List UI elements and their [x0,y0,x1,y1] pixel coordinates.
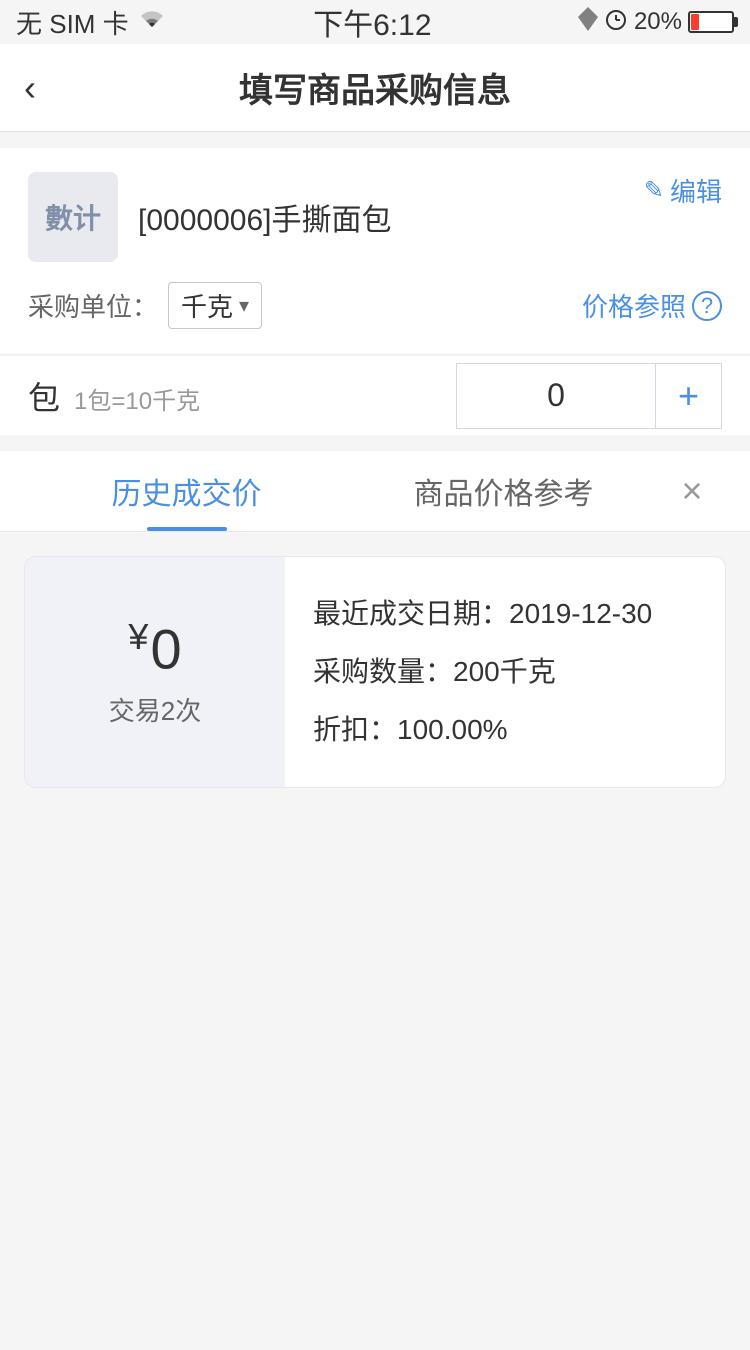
wifi-icon [137,7,167,38]
back-button[interactable]: ‹ [24,67,36,109]
battery-percent: 20% [634,8,682,36]
unit-select[interactable]: 千克 ▾ [168,282,262,329]
unit-label: 采购单位： [28,287,158,324]
product-unit-row: 采购单位： 千克 ▾ 价格参照 ? [28,282,722,329]
sim-text: 无 SIM 卡 [16,4,129,41]
status-time: 下午6:12 [313,0,431,44]
battery-icon [688,11,734,33]
detail-date-label: 最近成交日期： [313,598,509,629]
quantity-section: 包 1包=10千克 + [0,355,750,435]
price-detail-discount: 折扣：100.00% [313,709,697,751]
qty-unit: 包 [28,373,60,419]
price-ref-label: 价格参照 [582,287,686,324]
price-reference-button[interactable]: 价格参照 ? [582,287,722,324]
nav-bar: ‹ 填写商品采购信息 [0,44,750,132]
price-summary: ¥0 交易2次 [25,557,285,787]
product-card: 數计 [0000006]手撕面包 ✎ 编辑 采购单位： 千克 ▾ 价格参照 ? [0,148,750,353]
product-header: 數计 [0000006]手撕面包 ✎ 编辑 [28,172,722,262]
detail-qty-value: 200千克 [453,656,556,687]
page-title: 填写商品采购信息 [239,63,511,112]
price-value: 0 [150,617,181,680]
product-thumbnail: 數计 [28,172,118,262]
main-content: 數计 [0000006]手撕面包 ✎ 编辑 采购单位： 千克 ▾ 价格参照 ? [0,148,750,1350]
status-right: 20% [578,7,734,38]
tab-product-price-ref[interactable]: 商品价格参考 [345,451,662,531]
edit-icon: ✎ [644,176,664,205]
tab-close-button[interactable]: × [662,461,722,521]
product-left: 數计 [0000006]手撕面包 [28,172,391,262]
location-icon [578,7,598,38]
price-card: ¥0 交易2次 最近成交日期：2019-12-30 采购数量：200千克 折扣：… [24,556,726,788]
help-icon: ? [692,291,722,321]
detail-discount-value: 100.00% [397,714,508,745]
product-logo: 數计 [45,197,101,237]
quantity-label: 包 1包=10千克 [28,373,200,419]
quantity-input-group: + [456,363,722,429]
detail-discount-label: 折扣： [313,714,397,745]
tabs-container: 历史成交价 商品价格参考 × [0,451,750,532]
detail-qty-label: 采购数量： [313,656,453,687]
price-details: 最近成交日期：2019-12-30 采购数量：200千克 折扣：100.00% [285,557,725,787]
alarm-icon [604,7,628,38]
unit-value: 千克 [181,287,233,324]
price-currency: ¥ [128,616,148,657]
chevron-down-icon: ▾ [239,293,249,318]
quantity-input[interactable] [456,363,656,429]
status-left: 无 SIM 卡 [16,4,167,41]
price-amount: ¥0 [128,616,181,682]
tab-price-ref-label: 商品价格参考 [414,469,594,513]
tab-history-price[interactable]: 历史成交价 [28,451,345,531]
edit-label: 编辑 [670,172,722,209]
detail-date-value: 2019-12-30 [509,598,652,629]
qty-conversion: 1包=10千克 [74,381,200,416]
price-detail-date: 最近成交日期：2019-12-30 [313,593,697,635]
tab-history-label: 历史成交价 [112,469,262,513]
product-name: [0000006]手撕面包 [138,195,391,239]
price-detail-quantity: 采购数量：200千克 [313,651,697,693]
battery-fill [691,14,699,30]
quantity-plus-button[interactable]: + [656,363,722,429]
transaction-count: 交易2次 [109,691,201,728]
tab-underline [147,527,227,531]
status-bar: 无 SIM 卡 下午6:12 20% [0,0,750,44]
edit-button[interactable]: ✎ 编辑 [644,172,722,209]
